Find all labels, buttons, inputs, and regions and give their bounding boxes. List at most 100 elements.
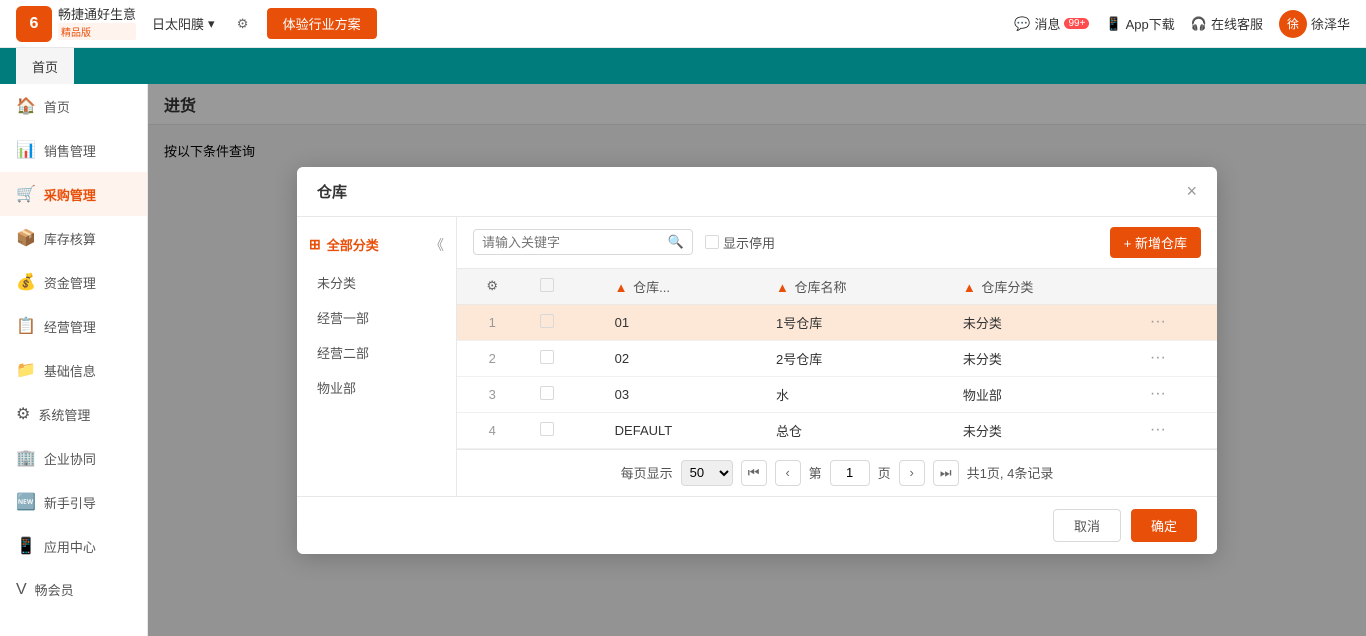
show-disabled-label: 显示停用 <box>723 233 775 252</box>
warehouse-dialog: 仓库 × ⊞ 全部分类 《 未分类 <box>297 167 1217 554</box>
first-page-button[interactable]: ⏮ <box>741 460 767 486</box>
category-item-property[interactable]: 物业部 <box>297 370 456 405</box>
online-service-button[interactable]: 🎧 在线客服 <box>1191 14 1263 33</box>
headset-icon: 🎧 <box>1191 16 1207 32</box>
sidebar-item-sales[interactable]: 📊 销售管理 <box>0 128 147 172</box>
per-page-select[interactable]: 50 100 <box>681 460 733 486</box>
category-item-operations1[interactable]: 经营一部 <box>297 300 456 335</box>
next-page-button[interactable]: › <box>899 460 925 486</box>
sidebar-label-home: 首页 <box>44 97 70 116</box>
row-more[interactable]: ··· <box>1138 304 1217 340</box>
row-checkbox[interactable] <box>528 412 603 448</box>
row-code: DEFAULT <box>603 412 764 448</box>
collapse-button[interactable]: 《 <box>430 235 444 255</box>
trial-button[interactable]: 体验行业方案 <box>267 8 377 39</box>
store-name: 日太阳膜 <box>152 14 204 33</box>
row-more[interactable]: ··· <box>1138 376 1217 412</box>
confirm-button[interactable]: 确定 <box>1131 509 1197 542</box>
dialog-title: 仓库 <box>317 181 347 202</box>
show-disabled-checkbox[interactable]: 显示停用 <box>705 233 775 252</box>
warehouse-table: ⚙ ▲ 仓库... <box>457 269 1217 449</box>
disabled-checkbox[interactable] <box>705 235 719 249</box>
row-category: 未分类 <box>951 412 1138 448</box>
sidebar-item-operation[interactable]: 📋 经营管理 <box>0 304 147 348</box>
user-name: 徐泽华 <box>1311 14 1350 33</box>
sidebar-label-purchase: 采购管理 <box>44 185 96 204</box>
last-page-button[interactable]: ⏭ <box>933 460 959 486</box>
table-row[interactable]: 2 02 2号仓库 未分类 ··· <box>457 340 1217 376</box>
app-download-button[interactable]: 📱 App下载 <box>1105 14 1174 33</box>
sidebar-item-home[interactable]: 🏠 首页 <box>0 84 147 128</box>
capital-icon: 💰 <box>16 272 36 292</box>
logo-icon: 6 <box>16 6 52 42</box>
table-row[interactable]: 4 DEFAULT 总仓 未分类 ··· <box>457 412 1217 448</box>
messages-button[interactable]: 💬 消息 99+ <box>1014 14 1089 33</box>
settings-button[interactable]: ⚙ <box>227 8 259 40</box>
table-row[interactable]: 3 03 水 物业部 ··· <box>457 376 1217 412</box>
row-checkbox[interactable] <box>528 376 603 412</box>
search-icon: 🔍 <box>668 234 684 250</box>
user-avatar: 徐 <box>1279 10 1307 38</box>
sidebar-item-apps[interactable]: 📱 应用中心 <box>0 524 147 568</box>
sidebar-item-purchase[interactable]: 🛒 采购管理 <box>0 172 147 216</box>
sidebar: 🏠 首页 📊 销售管理 🛒 采购管理 📦 库存核算 💰 资金管理 📋 经营管理 … <box>0 84 148 636</box>
nav-tab-home[interactable]: 首页 <box>16 48 74 84</box>
category-item-operations2[interactable]: 经营二部 <box>297 335 456 370</box>
col-category-header[interactable]: ▲ 仓库分类 <box>951 269 1138 305</box>
sidebar-label-sales: 销售管理 <box>44 141 96 160</box>
enterprise-icon: 🏢 <box>16 448 36 468</box>
sidebar-label-capital: 资金管理 <box>44 273 96 292</box>
col-checkbox-header <box>528 269 603 305</box>
guide-icon: 🆕 <box>16 492 36 512</box>
sidebar-item-guide[interactable]: 🆕 新手引导 <box>0 480 147 524</box>
all-categories-label: ⊞ 全部分类 <box>309 235 379 254</box>
add-warehouse-button[interactable]: + 新增仓库 <box>1110 227 1201 258</box>
nav-tabs: 首页 <box>0 48 1366 84</box>
sidebar-label-member: 畅会员 <box>35 580 74 599</box>
table-row[interactable]: 1 01 1号仓库 未分类 ··· <box>457 304 1217 340</box>
prev-page-button[interactable]: ‹ <box>775 460 801 486</box>
user-profile[interactable]: 徐 徐泽华 <box>1279 10 1350 38</box>
sidebar-item-enterprise[interactable]: 🏢 企业协同 <box>0 436 147 480</box>
dialog-overlay: 仓库 × ⊞ 全部分类 《 未分类 <box>148 84 1366 636</box>
sidebar-item-inventory[interactable]: 📦 库存核算 <box>0 216 147 260</box>
member-icon: V <box>16 581 27 599</box>
content-area: 进货 按以下条件查询 仓库 × ⊞ <box>148 84 1366 636</box>
per-page-label: 每页显示 <box>621 463 673 482</box>
row-more[interactable]: ··· <box>1138 340 1217 376</box>
sidebar-label-apps: 应用中心 <box>44 537 96 556</box>
row-checkbox[interactable] <box>528 340 603 376</box>
sidebar-item-base[interactable]: 📁 基础信息 <box>0 348 147 392</box>
home-icon: 🏠 <box>16 96 36 116</box>
page-unit: 页 <box>878 463 891 482</box>
col-name-header[interactable]: ▲ 仓库名称 <box>764 269 951 305</box>
sidebar-item-capital[interactable]: 💰 资金管理 <box>0 260 147 304</box>
page-input[interactable] <box>830 460 870 486</box>
sales-icon: 📊 <box>16 140 36 160</box>
col-actions-header <box>1138 269 1217 305</box>
category-item-uncategorized[interactable]: 未分类 <box>297 265 456 300</box>
cancel-button[interactable]: 取消 <box>1053 509 1121 542</box>
row-name: 2号仓库 <box>764 340 951 376</box>
close-button[interactable]: × <box>1186 182 1197 200</box>
col-settings-header[interactable]: ⚙ <box>457 269 528 305</box>
col-code-header[interactable]: ▲ 仓库... <box>603 269 764 305</box>
sidebar-item-member[interactable]: V 畅会员 <box>0 568 147 611</box>
sidebar-item-system[interactable]: ⚙ 系统管理 <box>0 392 147 436</box>
purchase-icon: 🛒 <box>16 184 36 204</box>
search-input[interactable] <box>482 235 662 250</box>
store-selector[interactable]: 日太阳膜 ▾ <box>152 14 215 33</box>
row-index: 4 <box>457 412 528 448</box>
sidebar-label-base: 基础信息 <box>44 361 96 380</box>
row-more[interactable]: ··· <box>1138 412 1217 448</box>
select-all-checkbox[interactable] <box>540 278 554 292</box>
row-index: 3 <box>457 376 528 412</box>
phone-icon: 📱 <box>1105 16 1121 32</box>
dialog-header: 仓库 × <box>297 167 1217 217</box>
row-checkbox[interactable] <box>528 304 603 340</box>
row-index: 2 <box>457 340 528 376</box>
sidebar-label-inventory: 库存核算 <box>44 229 96 248</box>
top-header: 6 畅捷通好生意 精品版 日太阳膜 ▾ ⚙ 体验行业方案 💬 消息 99+ 📱 … <box>0 0 1366 48</box>
dialog-sidebar-header: ⊞ 全部分类 《 <box>297 229 456 265</box>
message-icon: 💬 <box>1014 16 1030 32</box>
